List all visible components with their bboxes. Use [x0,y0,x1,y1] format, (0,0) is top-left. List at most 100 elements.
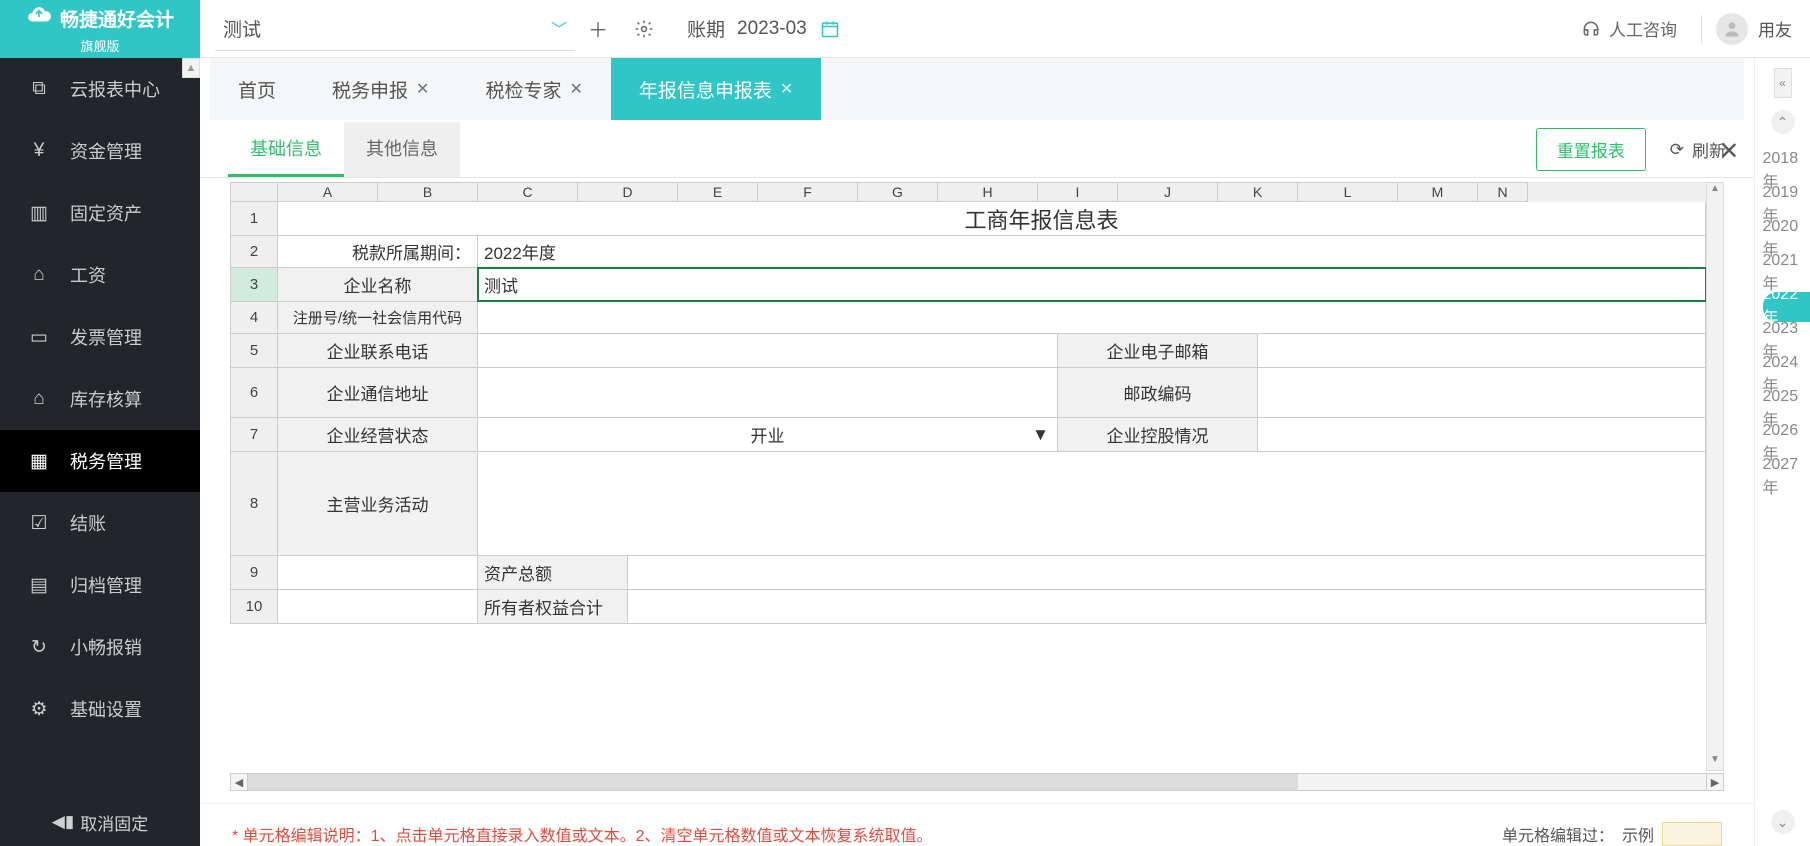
period-label-cell[interactable]: 税款所属期间： [278,236,478,267]
calendar-icon[interactable] [811,10,849,48]
cell-A10[interactable] [278,590,478,623]
sheet-title[interactable]: 工商年报信息表 [378,202,1706,235]
col-header-G[interactable]: G [858,182,938,202]
row-header-10[interactable]: 10 [230,590,278,624]
label-email[interactable]: 企业电子邮箱 [1058,334,1258,367]
tab-tax-declare[interactable]: 税务申报✕ [304,58,457,120]
cell-address[interactable] [478,368,1058,417]
col-header-L[interactable]: L [1298,182,1398,202]
year-2022年[interactable]: 2022年 [1763,292,1810,322]
label-company-name[interactable]: 企业名称 [278,268,478,301]
subtab-basic[interactable]: 基础信息 [228,122,344,177]
collapse-rail-icon[interactable]: « [1774,68,1792,98]
label-address[interactable]: 企业通信地址 [278,368,478,417]
org-selector[interactable]: 测试 ﹀ [215,7,575,51]
row-header-8[interactable]: 8 [230,452,278,556]
year-2024年[interactable]: 2024年 [1763,360,1810,390]
cell-main-business[interactable] [478,452,1706,555]
scroll-top-icon[interactable]: ⌃ [1771,110,1795,134]
sidebar-item-salary[interactable]: ⌂工资 [0,244,200,306]
sidebar-item-inventory[interactable]: ⌂库存核算 [0,368,200,430]
subtab-other[interactable]: 其他信息 [344,122,460,177]
cell-postal[interactable] [1258,368,1706,417]
label-holding[interactable]: 企业控股情况 [1058,418,1258,451]
row-header-5[interactable]: 5 [230,334,278,368]
col-header-J[interactable]: J [1118,182,1218,202]
year-2027年[interactable]: 2027年 [1763,462,1810,492]
year-2019年[interactable]: 2019年 [1763,190,1810,220]
year-2025年[interactable]: 2025年 [1763,394,1810,424]
label-total-assets[interactable]: 资产总额 [478,556,628,589]
avatar[interactable] [1716,13,1748,45]
col-header-H[interactable]: H [938,182,1038,202]
cell-equity[interactable] [628,590,1706,623]
tab-annual-report[interactable]: 年报信息申报表✕ [611,58,821,120]
vertical-scrollbar[interactable]: ▲ ▼ [1706,182,1724,771]
year-2018年[interactable]: 2018年 [1763,156,1810,186]
close-all-tabs[interactable]: ✕ [1704,120,1754,182]
col-header-K[interactable]: K [1218,182,1298,202]
col-header-E[interactable]: E [678,182,758,202]
label-reg-code[interactable]: 注册号/统一社会信用代码 [278,302,478,333]
row-header-2[interactable]: 2 [230,236,278,268]
row-header-9[interactable]: 9 [230,556,278,590]
sidebar-item-invoice[interactable]: ▭发票管理 [0,306,200,368]
col-header-I[interactable]: I [1038,182,1118,202]
col-header-C[interactable]: C [478,182,578,202]
add-icon[interactable]: ＋ [579,10,617,48]
row-header-6[interactable]: 6 [230,368,278,418]
period-value[interactable]: 2023-03 [737,18,807,40]
year-2026年[interactable]: 2026年 [1763,428,1810,458]
cell-company-name[interactable]: 测试 [478,268,1706,301]
scroll-left-icon[interactable]: ◀ [230,773,248,791]
cell-reg-code[interactable] [478,302,1706,333]
unpin-button[interactable]: ◀▮ 取消固定 [0,798,200,846]
col-header-D[interactable]: D [578,182,678,202]
scroll-track[interactable] [248,773,1706,791]
sidebar-item-settings[interactable]: ⚙基础设置 [0,678,200,740]
col-header-N[interactable]: N [1478,182,1528,202]
sidebar-item-tax[interactable]: ▦税务管理 [0,430,200,492]
cell-email[interactable] [1258,334,1706,367]
scroll-bottom-icon[interactable]: ⌄ [1771,810,1795,834]
col-header-M[interactable]: M [1398,182,1478,202]
settings-icon[interactable] [625,10,663,48]
year-2023年[interactable]: 2023年 [1763,326,1810,356]
reset-button[interactable]: 重置报表 [1536,128,1646,171]
close-icon[interactable]: ✕ [569,79,582,99]
user-name[interactable]: 用友 [1758,16,1792,41]
tab-home[interactable]: 首页 [210,58,304,120]
cell-holding[interactable] [1258,418,1706,451]
row-header-7[interactable]: 7 [230,418,278,452]
row-header-4[interactable]: 4 [230,302,278,334]
year-2021年[interactable]: 2021年 [1763,258,1810,288]
period-value-cell[interactable]: 2022年度 [478,236,1706,267]
horizontal-scrollbar[interactable]: ◀ ▶ [230,773,1724,793]
label-phone[interactable]: 企业联系电话 [278,334,478,367]
cell-A1[interactable] [278,202,378,235]
consult-button[interactable]: 人工咨询 [1581,16,1677,41]
year-2020年[interactable]: 2020年 [1763,224,1810,254]
scroll-right-icon[interactable]: ▶ [1706,773,1724,791]
sidebar-item-cloud-reports[interactable]: ⧉云报表中心 [0,58,200,120]
sidebar-item-closing[interactable]: ☑结账 [0,492,200,554]
cell-A9[interactable] [278,556,478,589]
sidebar-item-reimburse[interactable]: ↻小畅报销 [0,616,200,678]
scroll-thumb[interactable] [248,774,1298,790]
sheet-corner[interactable] [230,182,278,202]
col-header-B[interactable]: B [378,182,478,202]
tab-tax-check[interactable]: 税检专家✕ [457,58,610,120]
sidebar-scroll-up[interactable]: ▲ [182,58,200,78]
row-header-1[interactable]: 1 [230,202,278,236]
sidebar-item-funds[interactable]: ¥资金管理 [0,120,200,182]
sidebar-item-archive[interactable]: ▤归档管理 [0,554,200,616]
sidebar-item-fixed-assets[interactable]: ▥固定资产 [0,182,200,244]
label-main-business[interactable]: 主营业务活动 [278,452,478,555]
label-status[interactable]: 企业经营状态 [278,418,478,451]
label-postal[interactable]: 邮政编码 [1058,368,1258,417]
cell-phone[interactable] [478,334,1058,367]
close-icon[interactable]: ✕ [780,79,793,99]
cell-status[interactable]: 开业 ▼ [478,418,1058,451]
close-icon[interactable]: ✕ [416,79,429,99]
col-header-F[interactable]: F [758,182,858,202]
